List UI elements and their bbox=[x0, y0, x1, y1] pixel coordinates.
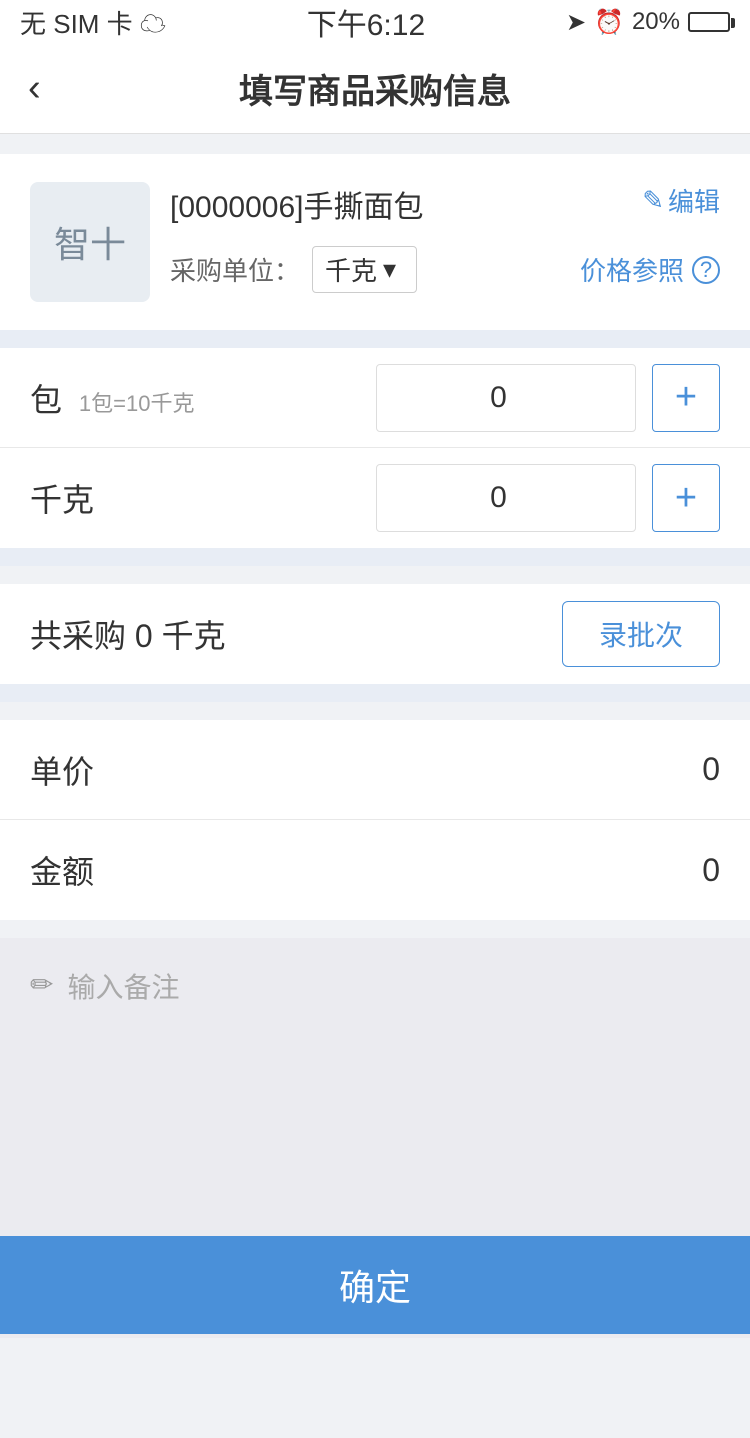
price-ref-help-icon: ? bbox=[692, 256, 720, 284]
kg-number-input[interactable] bbox=[376, 464, 636, 532]
bao-input-right: + bbox=[376, 364, 720, 432]
section-divider-3 bbox=[0, 684, 750, 702]
bao-plus-icon: + bbox=[675, 376, 697, 419]
bottom-padding bbox=[0, 1338, 750, 1438]
amount-label: 金额 bbox=[30, 847, 94, 893]
kg-plus-icon: + bbox=[675, 477, 697, 520]
summary-row: 共采购 0 千克 录批次 bbox=[0, 584, 750, 684]
kg-plus-button[interactable]: + bbox=[652, 464, 720, 532]
summary-text: 共采购 0 千克 bbox=[30, 611, 226, 657]
status-bar: 无 SIM 卡 ☁ 下午6:12 ➤ ⏰ 20% bbox=[0, 0, 750, 44]
amount-row: 金额 0 bbox=[0, 820, 750, 920]
status-left: 无 SIM 卡 ☁ bbox=[20, 4, 166, 41]
record-batch-button[interactable]: 录批次 bbox=[562, 601, 720, 667]
battery-icon bbox=[688, 12, 730, 32]
product-image: 智十 bbox=[30, 182, 150, 302]
section-divider-1 bbox=[0, 330, 750, 348]
edit-icon: ✎ bbox=[642, 185, 664, 216]
status-right: ➤ ⏰ 20% bbox=[566, 8, 730, 37]
price-section: 单价 0 金额 0 bbox=[0, 720, 750, 920]
purchase-unit: 采购单位： 千克 ▾ bbox=[170, 246, 417, 293]
amount-value: 0 bbox=[702, 852, 720, 889]
unit-value: 千克 bbox=[325, 251, 377, 288]
confirm-button[interactable]: 确定 bbox=[0, 1236, 750, 1334]
unit-price-row: 单价 0 bbox=[0, 720, 750, 820]
edit-button[interactable]: ✎ 编辑 bbox=[642, 182, 720, 219]
battery-text: 20% bbox=[632, 8, 680, 36]
section-divider-2 bbox=[0, 548, 750, 566]
bao-plus-button[interactable]: + bbox=[652, 364, 720, 432]
back-button[interactable]: ‹ bbox=[28, 67, 41, 110]
bao-label: 包 1包=10千克 bbox=[30, 375, 376, 421]
product-logo: 智十 bbox=[54, 216, 126, 268]
page-title: 填写商品采购信息 bbox=[239, 64, 511, 113]
signal-text: 无 SIM 卡 ☁ bbox=[20, 4, 166, 41]
remark-placeholder: 输入备注 bbox=[67, 966, 179, 1006]
alarm-icon: ⏰ bbox=[594, 8, 624, 37]
unit-select[interactable]: 千克 ▾ bbox=[312, 246, 417, 293]
product-card: 智十 [0000006]手撕面包 ✎ 编辑 采购单位： 千克 ▾ 价格参照 ? bbox=[0, 154, 750, 330]
kg-label: 千克 bbox=[30, 475, 376, 521]
input-section: 包 1包=10千克 + 千克 + bbox=[0, 348, 750, 548]
kg-input-row: 千克 + bbox=[0, 448, 750, 548]
price-ref-button[interactable]: 价格参照 ? bbox=[580, 251, 720, 288]
dropdown-icon: ▾ bbox=[383, 254, 396, 285]
price-ref-label: 价格参照 bbox=[580, 251, 684, 288]
bao-input-row: 包 1包=10千克 + bbox=[0, 348, 750, 448]
status-time: 下午6:12 bbox=[307, 0, 425, 44]
edit-label: 编辑 bbox=[668, 182, 720, 219]
unit-price-value: 0 bbox=[702, 751, 720, 788]
unit-price-label: 单价 bbox=[30, 747, 94, 793]
bao-sublabel: 1包=10千克 bbox=[79, 391, 195, 416]
pencil-icon: ✏ bbox=[30, 968, 53, 1001]
kg-input-right: + bbox=[376, 464, 720, 532]
unit-label: 采购单位： bbox=[170, 251, 300, 288]
nav-bar: ‹ 填写商品采购信息 bbox=[0, 44, 750, 134]
product-name: [0000006]手撕面包 bbox=[170, 182, 642, 226]
product-info: [0000006]手撕面包 ✎ 编辑 采购单位： 千克 ▾ 价格参照 ? bbox=[170, 182, 720, 293]
location-icon: ➤ bbox=[566, 8, 586, 37]
summary-section: 共采购 0 千克 录批次 bbox=[0, 584, 750, 684]
bao-number-input[interactable] bbox=[376, 364, 636, 432]
